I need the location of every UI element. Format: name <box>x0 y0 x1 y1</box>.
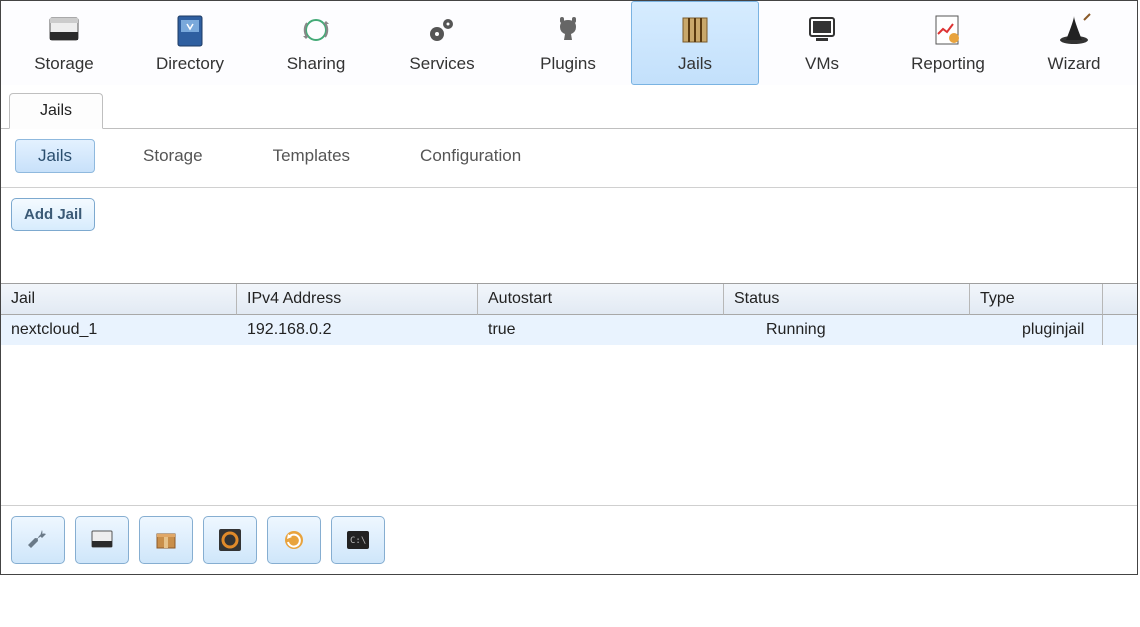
bottom-action-bar: C:\ <box>1 506 1137 574</box>
toolbar-item-reporting[interactable]: Reporting <box>885 1 1011 85</box>
shell-icon: C:\ <box>344 526 372 554</box>
reporting-icon <box>928 12 968 48</box>
sub-tab-label: Storage <box>143 146 203 165</box>
jail-storage-button[interactable] <box>75 516 129 564</box>
action-bar: Add Jail <box>1 188 1137 243</box>
plugins-icon <box>548 12 588 48</box>
wizard-icon <box>1054 12 1094 48</box>
toolbar-item-directory[interactable]: Directory <box>127 1 253 85</box>
table-row[interactable]: nextcloud_1 192.168.0.2 true Running plu… <box>1 315 1137 345</box>
storage-icon <box>44 12 84 48</box>
sub-tab-label: Jails <box>38 146 72 165</box>
panel-tab-label: Jails <box>40 102 72 119</box>
toolbar-label: Storage <box>34 54 94 74</box>
cell-ipv4: 192.168.0.2 <box>237 315 478 345</box>
jails-icon <box>675 12 715 48</box>
package-icon <box>152 526 180 554</box>
toolbar-label: Services <box>409 54 474 74</box>
col-type[interactable]: Type <box>970 284 1103 315</box>
toolbar-label: VMs <box>805 54 839 74</box>
services-icon <box>422 12 462 48</box>
toolbar-label: Wizard <box>1048 54 1101 74</box>
sub-tab-label: Templates <box>273 146 350 165</box>
restart-icon <box>280 526 308 554</box>
sub-tab-jails[interactable]: Jails <box>15 139 95 173</box>
grid-body: nextcloud_1 192.168.0.2 true Running plu… <box>1 315 1137 505</box>
grid-header: Jail IPv4 Address Autostart Status Type <box>1 284 1137 315</box>
toolbar-item-jails[interactable]: Jails <box>631 1 759 85</box>
toolbar-label: Reporting <box>911 54 985 74</box>
directory-icon <box>170 12 210 48</box>
toolbar-item-wizard[interactable]: Wizard <box>1011 1 1137 85</box>
update-icon <box>216 526 244 554</box>
jails-grid: Jail IPv4 Address Autostart Status Type … <box>1 283 1137 506</box>
toolbar-item-services[interactable]: Services <box>379 1 505 85</box>
cell-status: Running <box>724 315 1002 345</box>
toolbar-item-storage[interactable]: Storage <box>1 1 127 85</box>
toolbar-label: Plugins <box>540 54 596 74</box>
col-scroll-spacer <box>1103 284 1137 315</box>
col-jail[interactable]: Jail <box>1 284 237 315</box>
sub-tab-templates[interactable]: Templates <box>251 140 372 172</box>
main-toolbar: Storage Directory Sharing Services Plugi <box>1 1 1137 86</box>
cell-jail: nextcloud_1 <box>1 315 237 345</box>
wrench-icon <box>24 526 52 554</box>
col-ipv4[interactable]: IPv4 Address <box>237 284 478 315</box>
toolbar-item-sharing[interactable]: Sharing <box>253 1 379 85</box>
col-autostart[interactable]: Autostart <box>478 284 724 315</box>
panel-tab-jails[interactable]: Jails <box>9 93 103 129</box>
toolbar-label: Jails <box>678 54 712 74</box>
sub-tab-storage[interactable]: Storage <box>121 140 225 172</box>
edit-jail-button[interactable] <box>11 516 65 564</box>
toolbar-label: Sharing <box>287 54 346 74</box>
jail-shell-button[interactable]: C:\ <box>331 516 385 564</box>
panel-tab-strip: Jails <box>1 88 1137 129</box>
storage-icon <box>88 526 116 554</box>
sub-tab-strip: Jails Storage Templates Configuration <box>1 129 1137 188</box>
button-label: Add Jail <box>24 206 82 223</box>
toolbar-item-plugins[interactable]: Plugins <box>505 1 631 85</box>
jail-restart-button[interactable] <box>267 516 321 564</box>
jail-update-button[interactable] <box>203 516 257 564</box>
vms-icon <box>802 12 842 48</box>
col-status[interactable]: Status <box>724 284 970 315</box>
svg-text:C:\: C:\ <box>350 536 366 546</box>
sub-tab-label: Configuration <box>420 146 521 165</box>
jail-package-button[interactable] <box>139 516 193 564</box>
sharing-icon <box>296 12 336 48</box>
cell-type: pluginjail <box>1002 315 1103 345</box>
toolbar-label: Directory <box>156 54 224 74</box>
cell-autostart: true <box>478 315 724 345</box>
sub-tab-configuration[interactable]: Configuration <box>398 140 543 172</box>
toolbar-item-vms[interactable]: VMs <box>759 1 885 85</box>
add-jail-button[interactable]: Add Jail <box>11 198 95 231</box>
